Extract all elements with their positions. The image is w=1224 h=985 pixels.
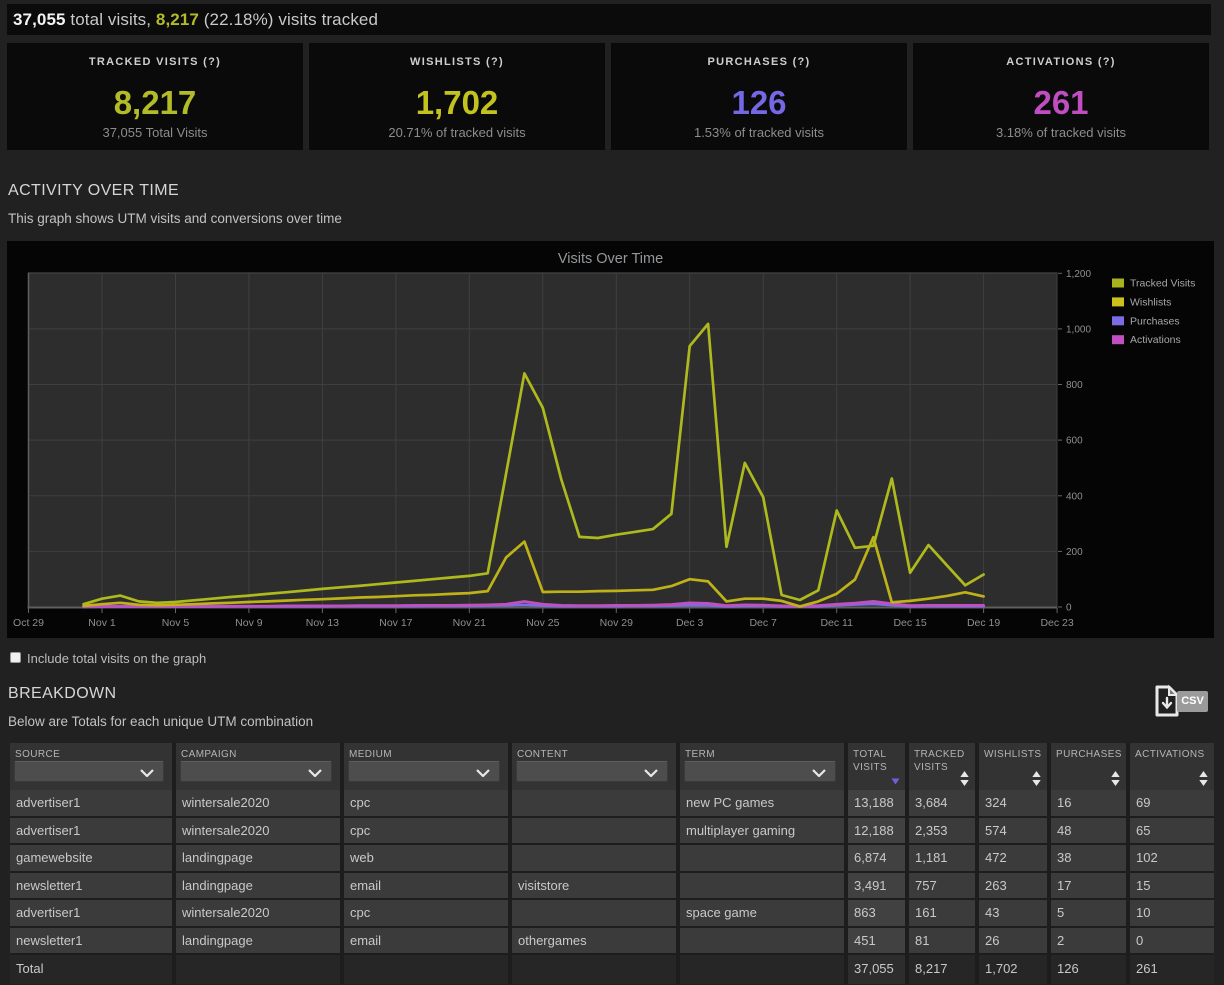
- svg-text:Dec 7: Dec 7: [749, 617, 777, 629]
- svg-text:Nov 29: Nov 29: [600, 617, 633, 629]
- svg-text:1,200: 1,200: [1066, 269, 1091, 280]
- svg-text:800: 800: [1066, 380, 1083, 391]
- svg-text:Nov 21: Nov 21: [453, 617, 486, 629]
- svg-text:600: 600: [1066, 436, 1083, 447]
- svg-text:200: 200: [1066, 547, 1083, 558]
- svg-text:Dec 19: Dec 19: [967, 617, 1000, 629]
- svg-text:Nov 25: Nov 25: [526, 617, 559, 629]
- svg-text:Activations: Activations: [1130, 334, 1181, 346]
- svg-text:Dec 15: Dec 15: [893, 617, 926, 629]
- svg-text:Nov 17: Nov 17: [379, 617, 412, 629]
- svg-text:400: 400: [1066, 491, 1083, 502]
- svg-text:Nov 13: Nov 13: [306, 617, 339, 629]
- svg-text:Dec 3: Dec 3: [676, 617, 704, 629]
- svg-text:Nov 9: Nov 9: [235, 617, 263, 629]
- svg-text:1,000: 1,000: [1066, 324, 1091, 335]
- svg-text:Purchases: Purchases: [1130, 315, 1180, 327]
- svg-text:0: 0: [1066, 603, 1072, 614]
- svg-text:Tracked Visits: Tracked Visits: [1130, 278, 1195, 290]
- svg-text:Dec 11: Dec 11: [820, 617, 853, 629]
- svg-text:Oct 29: Oct 29: [13, 617, 44, 629]
- svg-text:Nov 5: Nov 5: [162, 617, 190, 629]
- svg-text:Nov 1: Nov 1: [88, 617, 116, 629]
- svg-text:Wishlists: Wishlists: [1130, 296, 1171, 308]
- svg-text:Dec 23: Dec 23: [1040, 617, 1073, 629]
